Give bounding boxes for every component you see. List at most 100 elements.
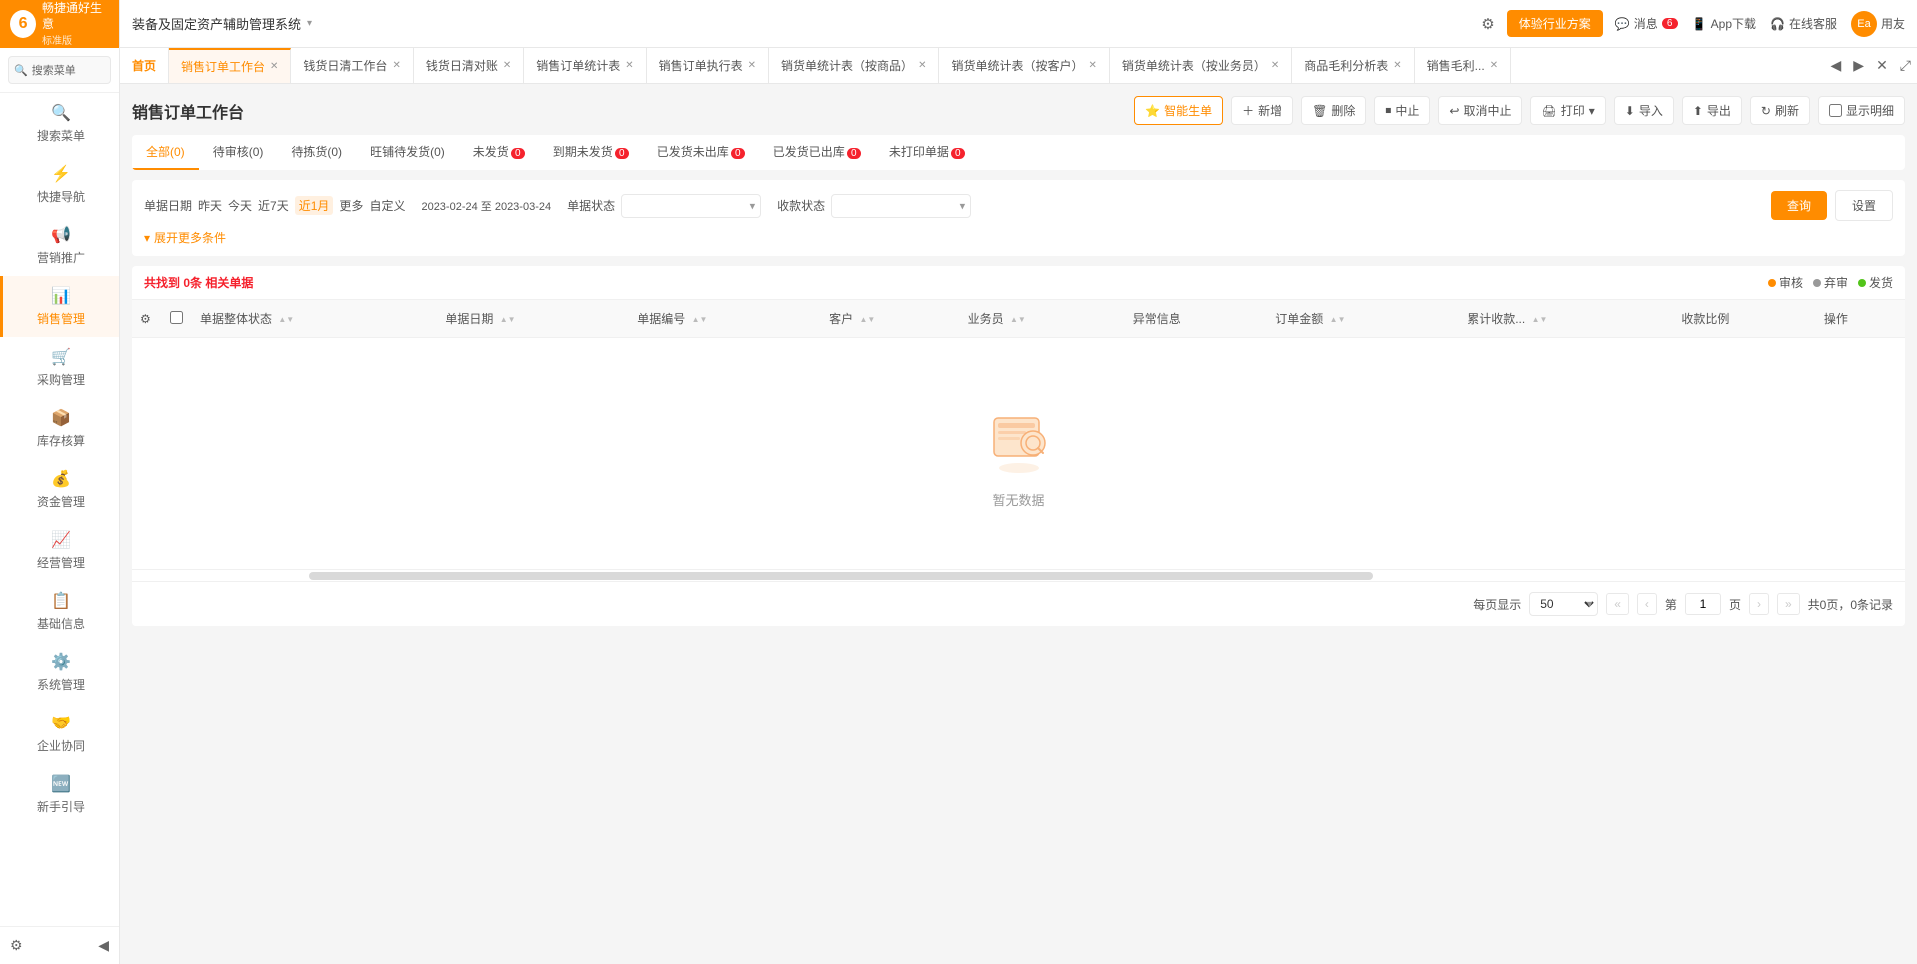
sidebar-item-basic-info[interactable]: 📋基础信息	[0, 581, 119, 642]
collapse-sidebar-icon[interactable]: ◀	[98, 937, 109, 954]
filter-tab-wangpu-pending[interactable]: 旺铺待发货(0)	[356, 135, 459, 170]
tab-sales-stats-product[interactable]: 销货单统计表（按商品）✕	[769, 48, 939, 84]
user-btn[interactable]: Ea 用友	[1851, 11, 1905, 37]
date-shortcut-custom[interactable]: 自定义	[369, 197, 405, 214]
cancel-stop-button[interactable]: ↩ 取消中止	[1438, 96, 1522, 125]
tab-close-gross-profit[interactable]: ✕	[1393, 60, 1401, 71]
review-btn[interactable]: 审核	[1768, 274, 1803, 291]
topbar-gear-icon[interactable]: ⚙	[1481, 15, 1494, 33]
sidebar-item-quick-nav[interactable]: ⚡快捷导航	[0, 154, 119, 215]
tab-close-all[interactable]: ✕	[1870, 48, 1894, 84]
expand-conditions-btn[interactable]: ▾ 展开更多条件	[144, 229, 1893, 246]
filter-tab-shipped-out[interactable]: 已发货已出库0	[759, 135, 875, 170]
sort-number-icon[interactable]: ▲▼	[692, 316, 708, 324]
first-page-btn[interactable]: «	[1606, 593, 1629, 615]
status-select[interactable]	[621, 194, 761, 218]
tabs-scroll-left[interactable]: ◀	[1825, 48, 1848, 84]
date-shortcut-1month[interactable]: 近1月	[295, 196, 334, 215]
sort-date-icon[interactable]: ▲▼	[500, 316, 516, 324]
sort-status-icon[interactable]: ▲▼	[278, 316, 294, 324]
filter-tab-pending-pickup[interactable]: 待拣货(0)	[277, 135, 356, 170]
date-shortcut-7days[interactable]: 近7天	[258, 197, 289, 214]
add-button[interactable]: ＋ 新增	[1231, 96, 1293, 125]
sidebar-item-sales[interactable]: 📊销售管理	[0, 276, 119, 337]
tab-home[interactable]: 首页	[120, 48, 169, 84]
setting-button[interactable]: 设置	[1835, 190, 1893, 221]
date-shortcut-yesterday[interactable]: 昨天	[198, 197, 222, 214]
search-button[interactable]: 查询	[1771, 191, 1827, 220]
sidebar-item-system[interactable]: ⚙️系统管理	[0, 642, 119, 703]
tab-cash-daily[interactable]: 钱货日清工作台✕	[291, 48, 413, 84]
import-button[interactable]: ⬇ 导入	[1614, 96, 1674, 125]
tab-close-sales-stats[interactable]: ✕	[625, 60, 633, 71]
tab-gross-profit[interactable]: 商品毛利分析表✕	[1292, 48, 1414, 84]
sort-collected-icon[interactable]: ▲▼	[1532, 316, 1548, 324]
date-shortcut-more[interactable]: 更多	[339, 197, 363, 214]
settings-footer-icon[interactable]: ⚙	[10, 937, 23, 954]
sort-customer-icon[interactable]: ▲▼	[860, 316, 876, 324]
tab-sales-stats-customer[interactable]: 销货单统计表（按客户）✕	[939, 48, 1109, 84]
online-service-btn[interactable]: 🎧 在线客服	[1770, 15, 1837, 32]
tabs-end-btns: ◀ ▶ ✕ ⤢	[1825, 48, 1917, 84]
tab-sales-stats[interactable]: 销售订单统计表✕	[524, 48, 646, 84]
tab-close-cash-reconcile[interactable]: ✕	[503, 60, 511, 71]
tab-close-sales-more[interactable]: ✕	[1490, 60, 1498, 71]
show-detail-label[interactable]: 显示明细	[1818, 96, 1905, 125]
delete-button[interactable]: 🗑 删除	[1301, 96, 1366, 125]
sort-staff-icon[interactable]: ▲▼	[1010, 316, 1026, 324]
solution-button[interactable]: 体验行业方案	[1507, 10, 1603, 37]
filter-tab-shipped-no-out[interactable]: 已发货未出库0	[643, 135, 759, 170]
sort-amount-icon[interactable]: ▲▼	[1330, 316, 1346, 324]
tab-sales-workbench[interactable]: 销售订单工作台✕	[169, 48, 291, 84]
ship-btn[interactable]: 发货	[1858, 274, 1893, 291]
gear-icon[interactable]: ⚙	[140, 312, 151, 326]
sidebar-item-marketing[interactable]: 📢营销推广	[0, 215, 119, 276]
prev-page-btn[interactable]: ‹	[1637, 593, 1657, 615]
refresh-button[interactable]: ↻ 刷新	[1750, 96, 1810, 125]
sidebar-item-operations[interactable]: 📈经营管理	[0, 520, 119, 581]
show-detail-checkbox[interactable]	[1829, 104, 1842, 117]
tab-close-sales-exec[interactable]: ✕	[748, 60, 756, 71]
tab-close-sales-stats-product[interactable]: ✕	[918, 60, 926, 71]
print-button[interactable]: 🖨 打印 ▾	[1530, 96, 1605, 125]
payment-select[interactable]	[831, 194, 971, 218]
tab-sales-exec[interactable]: 销售订单执行表✕	[647, 48, 769, 84]
filter-tab-pending-review[interactable]: 待审核(0)	[199, 135, 278, 170]
empty-state: 暂无数据	[132, 338, 1905, 569]
filter-tab-overdue-ship[interactable]: 到期未发货0	[539, 135, 643, 170]
next-page-btn[interactable]: ›	[1749, 593, 1769, 615]
sidebar-item-finance[interactable]: 💰资金管理	[0, 459, 119, 520]
page-title: 销售订单工作台	[132, 99, 244, 123]
sidebar-item-inventory[interactable]: 📦库存核算	[0, 398, 119, 459]
smart-create-button[interactable]: ⭐ 智能生单	[1134, 96, 1223, 125]
horizontal-scrollbar[interactable]	[309, 572, 1373, 580]
sidebar-item-cooperation[interactable]: 🤝企业协同	[0, 703, 119, 764]
date-shortcut-today[interactable]: 今天	[228, 197, 252, 214]
filter-tab-no-print[interactable]: 未打印单据0	[875, 135, 979, 170]
reject-btn[interactable]: 弃审	[1813, 274, 1848, 291]
per-page-select[interactable]: 10 20 50 100	[1529, 592, 1598, 616]
sidebar-item-guide[interactable]: 🆕新手引导	[0, 764, 119, 825]
stop-button[interactable]: ⏹ 中止	[1374, 96, 1430, 125]
tab-close-sales-stats-staff[interactable]: ✕	[1271, 60, 1279, 71]
export-button[interactable]: ⬆ 导出	[1682, 96, 1742, 125]
tab-close-sales-stats-customer[interactable]: ✕	[1088, 60, 1096, 71]
tab-close-cash-daily[interactable]: ✕	[392, 60, 400, 71]
sidebar-item-search[interactable]: 🔍搜索菜单	[0, 93, 119, 154]
search-menu-button[interactable]: 🔍 搜索菜单	[8, 56, 111, 84]
app-download-btn[interactable]: 📱 App下载	[1692, 15, 1756, 32]
tab-close-sales-workbench[interactable]: ✕	[270, 61, 278, 72]
current-page-input[interactable]	[1685, 593, 1721, 615]
filter-tab-not-shipped[interactable]: 未发货0	[459, 135, 539, 170]
sidebar-item-purchase[interactable]: 🛒采购管理	[0, 337, 119, 398]
last-page-btn[interactable]: »	[1777, 593, 1800, 615]
th-amount: 订单金额 ▲▼	[1267, 300, 1459, 338]
message-btn[interactable]: 💬 消息 6	[1615, 15, 1678, 32]
tab-sales-more[interactable]: 销售毛利...✕	[1415, 48, 1511, 84]
select-all-checkbox[interactable]	[170, 311, 183, 324]
tabs-scroll-right[interactable]: ▶	[1847, 48, 1870, 84]
filter-tab-all[interactable]: 全部(0)	[132, 135, 199, 170]
tab-sales-stats-staff[interactable]: 销货单统计表（按业务员）✕	[1110, 48, 1292, 84]
tab-cash-reconcile[interactable]: 钱货日清对账✕	[414, 48, 524, 84]
tab-maximize[interactable]: ⤢	[1894, 48, 1917, 84]
